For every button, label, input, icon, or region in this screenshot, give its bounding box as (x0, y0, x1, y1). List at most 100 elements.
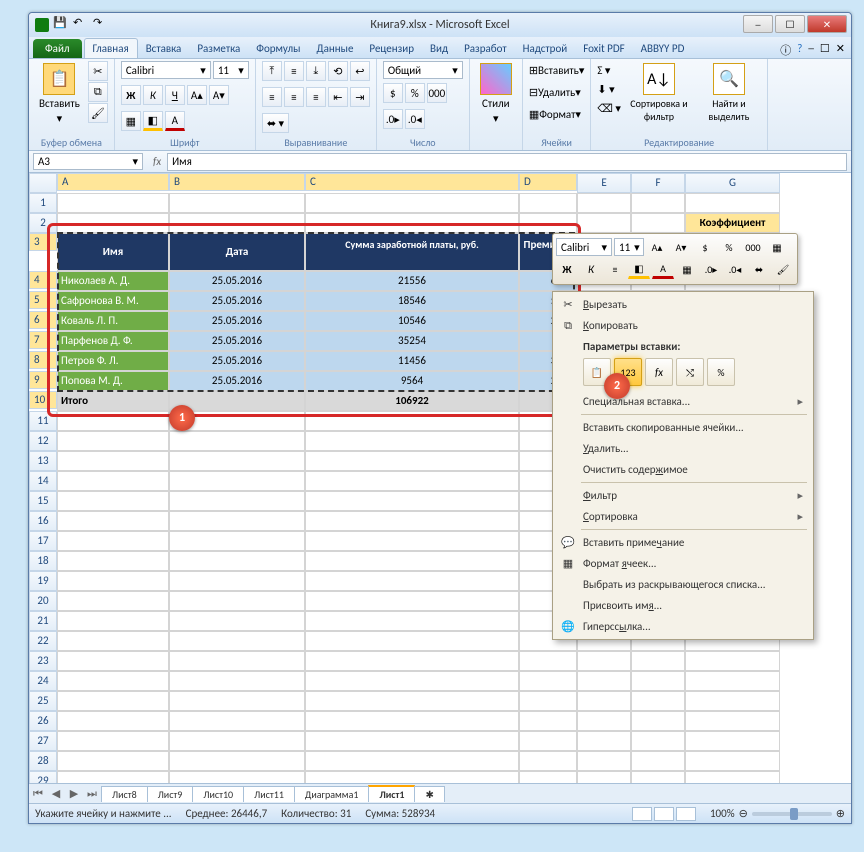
mini-border-icon[interactable]: ▦ (676, 259, 698, 279)
row-header[interactable]: 26 (29, 711, 57, 731)
mini-fill-icon[interactable]: ◧ (628, 259, 650, 279)
ctx-dropdown[interactable]: Выбрать из раскрывающегося списка... (555, 574, 811, 595)
win-close-icon[interactable]: ✕ (836, 42, 845, 58)
orientation-icon[interactable]: ⟲ (328, 61, 348, 81)
mini-painter-icon[interactable]: 🖌 (772, 259, 794, 279)
font-size-select[interactable]: 11▾ (213, 61, 249, 79)
sheet-tab-active[interactable]: Лист1 (368, 785, 415, 802)
align-top-icon[interactable]: ⤒ (262, 61, 282, 81)
ctx-clear[interactable]: Очистить содержимое (555, 459, 811, 480)
win-min-icon[interactable]: ─ (808, 42, 814, 58)
row-header[interactable]: 22 (29, 631, 57, 651)
redo-icon[interactable]: ↷ (93, 16, 109, 32)
paste-formulas-icon[interactable]: fx (645, 358, 673, 386)
row-header[interactable]: 29 (29, 771, 57, 783)
format-cells-button[interactable]: ▦ Формат ▾ (529, 105, 581, 123)
tab-layout[interactable]: Разметка (189, 39, 248, 58)
percent-icon[interactable]: % (405, 83, 425, 103)
align-right-icon[interactable]: ≡ (306, 87, 326, 107)
tab-insert[interactable]: Вставка (138, 39, 190, 58)
sheet-tab[interactable]: Лист8 (101, 786, 148, 802)
font-name-select[interactable]: Calibri▾ (121, 61, 211, 79)
row-header[interactable]: 18 (29, 551, 57, 571)
mini-bold-icon[interactable]: Ж (556, 259, 578, 279)
mini-format-icon[interactable]: ▦ (766, 237, 788, 257)
row-header[interactable]: 27 (29, 731, 57, 751)
mini-comma-icon[interactable]: 000 (742, 237, 764, 257)
zoom-control[interactable]: 100%⊖⊕ (710, 807, 845, 820)
ctx-format-cells[interactable]: ▦Формат ячеек... (555, 553, 811, 574)
tab-addins[interactable]: Надстрой (515, 39, 576, 58)
undo-icon[interactable]: ↶ (73, 16, 89, 32)
number-format-select[interactable]: Общий▾ (383, 61, 463, 79)
view-normal-icon[interactable] (632, 807, 652, 821)
sheet-tab[interactable]: Лист10 (192, 786, 244, 802)
tab-abbyy[interactable]: ABBYY PD (633, 39, 693, 58)
ctx-cut[interactable]: ✂Вырезать (555, 294, 811, 315)
grow-font-icon[interactable]: A▴ (187, 85, 207, 105)
underline-button[interactable]: Ч (165, 85, 185, 105)
tab-dev[interactable]: Разработ (456, 39, 515, 58)
fx-icon[interactable]: fx (153, 155, 161, 168)
find-select-button[interactable]: 🔍Найти и выделить (697, 61, 761, 125)
tab-review[interactable]: Рецензир (361, 39, 422, 58)
cut-icon[interactable]: ✂ (88, 61, 108, 81)
row-header[interactable]: 10 (29, 391, 57, 409)
worksheet-grid[interactable]: A B C D E F G 1 2Коэффициент 3 Имя Дата … (29, 173, 851, 783)
increase-decimal-icon[interactable]: .0▸ (383, 109, 403, 129)
col-header[interactable]: G (685, 173, 780, 193)
paste-transpose-icon[interactable]: ⤭ (676, 358, 704, 386)
ctx-copy[interactable]: ⧉Копировать (555, 315, 811, 336)
mini-italic-icon[interactable]: К (580, 259, 602, 279)
tab-view[interactable]: Вид (422, 39, 456, 58)
row-header[interactable]: 8 (29, 351, 57, 369)
italic-button[interactable]: К (143, 85, 163, 105)
row-header[interactable]: 6 (29, 311, 57, 329)
row-header[interactable]: 7 (29, 331, 57, 349)
new-sheet-button[interactable]: ✱ (414, 786, 444, 802)
row-header[interactable]: 23 (29, 651, 57, 671)
row-header[interactable]: 21 (29, 611, 57, 631)
col-header[interactable]: E (577, 173, 631, 193)
col-header[interactable]: A (57, 173, 169, 191)
tab-home[interactable]: Главная (84, 38, 138, 58)
save-icon[interactable]: 💾 (53, 16, 69, 32)
comma-icon[interactable]: 000 (427, 83, 447, 103)
mini-size-select[interactable]: 11▾ (614, 238, 644, 256)
mini-percent-icon[interactable]: % (718, 237, 740, 257)
paste-button[interactable]: 📋 Вставить ▾ (35, 61, 84, 127)
row-header[interactable]: 3 (29, 233, 57, 251)
insert-cells-button[interactable]: ⊞ Вставить ▾ (529, 61, 585, 79)
border-button[interactable]: ▦ (121, 111, 141, 131)
shrink-font-icon[interactable]: A▾ (209, 85, 229, 105)
formula-input[interactable]: Имя (167, 153, 847, 171)
row-header[interactable]: 16 (29, 511, 57, 531)
sheet-nav[interactable]: ⏮◀▶⏭ (29, 787, 101, 801)
row-header[interactable]: 28 (29, 751, 57, 771)
col-header[interactable]: F (631, 173, 685, 193)
row-header[interactable]: 9 (29, 371, 57, 389)
mini-decdec-icon[interactable]: .0◂ (724, 259, 746, 279)
row-header[interactable]: 25 (29, 691, 57, 711)
ctx-delete[interactable]: Удалить... (555, 438, 811, 459)
ctx-define-name[interactable]: Присвоить имя... (555, 595, 811, 616)
ctx-sort[interactable]: Сортировка▸ (555, 506, 811, 527)
decrease-decimal-icon[interactable]: .0◂ (405, 109, 425, 129)
mini-grow-icon[interactable]: A▴ (646, 237, 668, 257)
decrease-indent-icon[interactable]: ⇤ (328, 87, 348, 107)
mini-shrink-icon[interactable]: A▾ (670, 237, 692, 257)
row-header[interactable]: 15 (29, 491, 57, 511)
view-layout-icon[interactable] (654, 807, 674, 821)
row-header[interactable]: 20 (29, 591, 57, 611)
row-header[interactable]: 12 (29, 431, 57, 451)
row-header[interactable]: 14 (29, 471, 57, 491)
increase-indent-icon[interactable]: ⇥ (350, 87, 370, 107)
col-header[interactable]: B (169, 173, 305, 191)
row-header[interactable]: 11 (29, 411, 57, 431)
paste-formatting-icon[interactable]: % (707, 358, 735, 386)
wrap-text-icon[interactable]: ↩ (350, 61, 370, 81)
ctx-filter[interactable]: Фильтр▸ (555, 485, 811, 506)
delete-cells-button[interactable]: ⊟ Удалить ▾ (529, 83, 581, 101)
autosum-button[interactable]: Σ ▾ (597, 61, 621, 79)
ctx-hyperlink[interactable]: 🌐Гиперссылка... (555, 616, 811, 637)
